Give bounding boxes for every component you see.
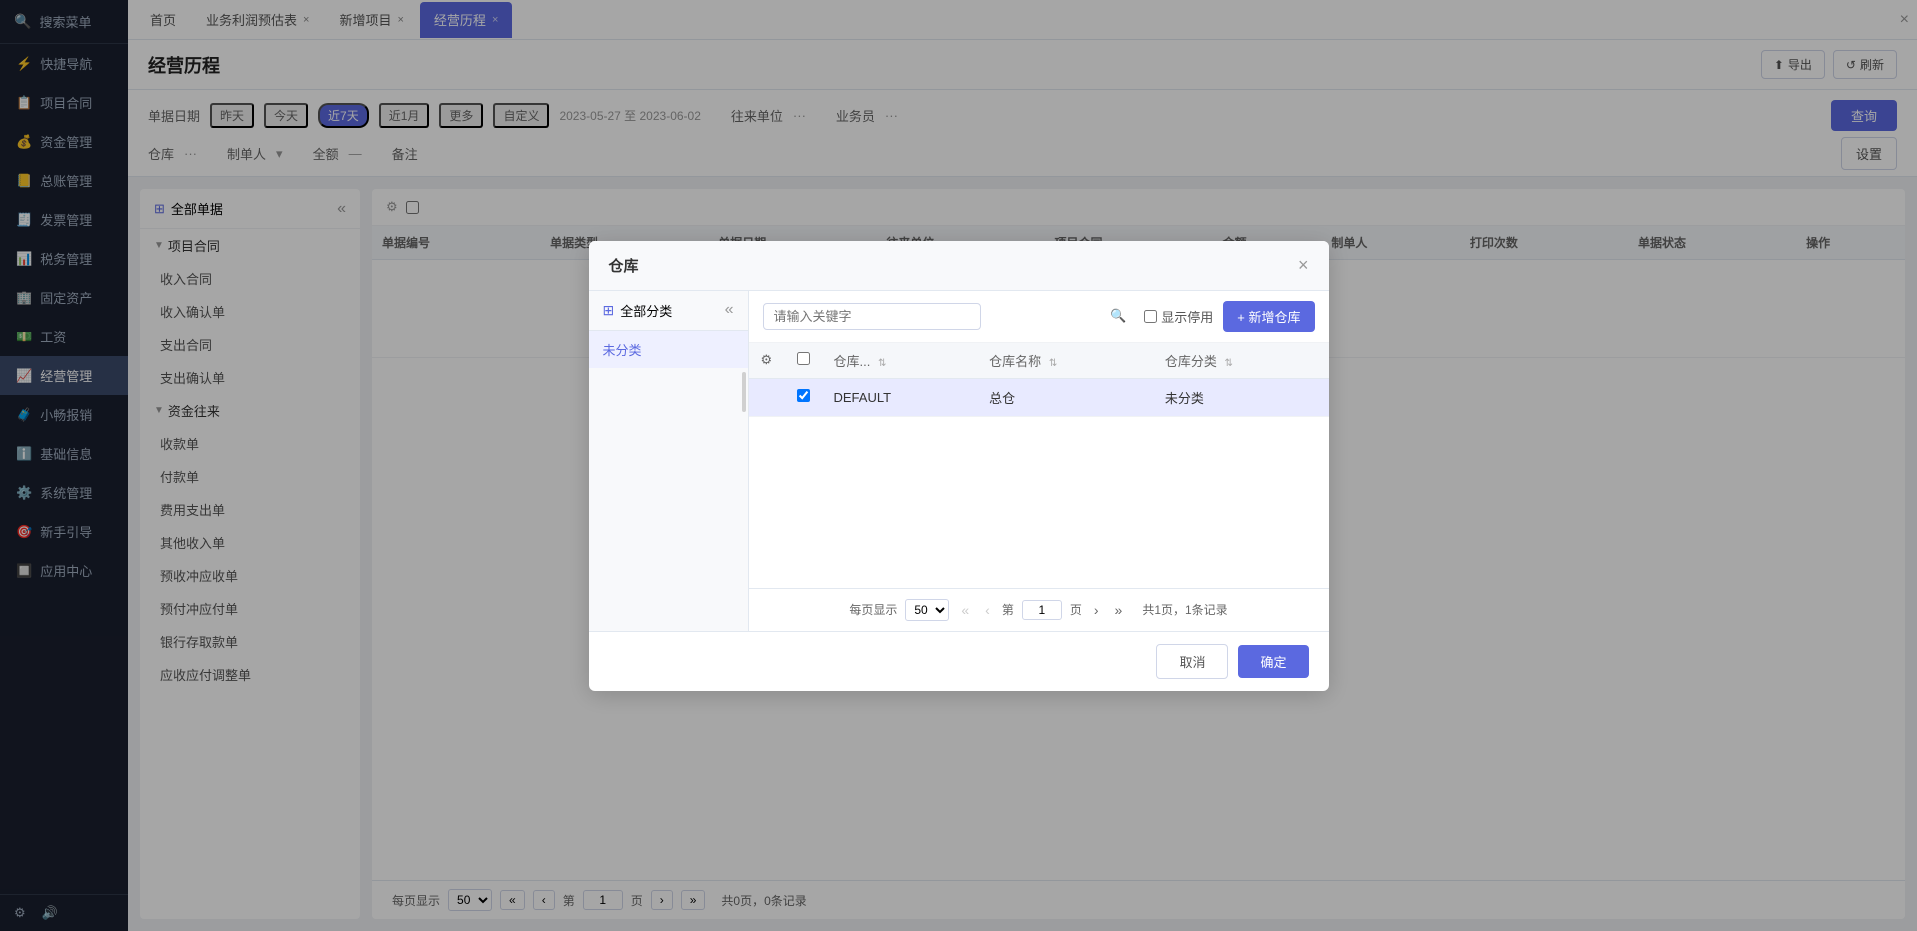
modal-th-code[interactable]: 仓库... ⇅: [822, 343, 978, 379]
modal-left-panel: ⊞ 全部分类 « 未分类: [589, 291, 749, 631]
modal-page-input[interactable]: [1022, 600, 1062, 620]
confirm-button[interactable]: 确定: [1238, 645, 1308, 678]
cancel-button[interactable]: 取消: [1156, 644, 1228, 679]
row-settings-cell: [749, 378, 785, 416]
modal-search-input[interactable]: [763, 303, 981, 330]
modal-th-name[interactable]: 仓库名称 ⇅: [977, 343, 1153, 379]
modal-toolbar: 🔍 显示停用 + 新增仓库: [749, 291, 1329, 343]
modal-left-header: ⊞ 全部分类 «: [589, 291, 748, 331]
row-checkbox-cell: [785, 378, 822, 416]
row-name-cell: 总仓: [977, 378, 1153, 416]
modal-th-checkbox: [785, 343, 822, 379]
modal-title: 仓库: [609, 255, 639, 276]
modal-header: 仓库 ×: [589, 241, 1329, 291]
modal-settings-icon[interactable]: ⚙: [761, 352, 773, 367]
modal-right-panel: 🔍 显示停用 + 新增仓库: [749, 291, 1329, 631]
sort-icon-category: ⇅: [1224, 358, 1232, 369]
modal-th-category[interactable]: 仓库分类 ⇅: [1153, 343, 1329, 379]
modal-left-collapse-icon[interactable]: «: [725, 301, 734, 319]
modal-table: ⚙ 仓库... ⇅ 仓库名称: [749, 343, 1329, 417]
add-warehouse-button[interactable]: + 新增仓库: [1223, 301, 1314, 332]
modal: 仓库 × ⊞ 全部分类 « 未分类: [589, 241, 1329, 691]
row-code-cell: DEFAULT: [822, 378, 978, 416]
show-disabled-label[interactable]: 显示停用: [1144, 307, 1213, 326]
table-row[interactable]: DEFAULT 总仓 未分类: [749, 378, 1329, 416]
grid-icon-modal: ⊞: [603, 302, 615, 319]
modal-pagination: 每页显示 50 « ‹ 第 页 › » 共1页，1条记录: [749, 588, 1329, 631]
row-checkbox[interactable]: [797, 389, 810, 402]
modal-select-all[interactable]: [797, 352, 810, 365]
modal-footer: 取消 确定: [589, 631, 1329, 691]
modal-overlay: 仓库 × ⊞ 全部分类 « 未分类: [0, 0, 1917, 931]
modal-per-page-label: 每页显示: [849, 601, 897, 618]
modal-body: ⊞ 全部分类 « 未分类 🔍: [589, 291, 1329, 631]
modal-last-btn[interactable]: »: [1111, 600, 1127, 620]
modal-prev-btn[interactable]: ‹: [981, 600, 994, 620]
modal-left-category-label: 全部分类: [620, 301, 672, 320]
modal-page-suffix: 页: [1070, 601, 1082, 618]
sort-icon-code: ⇅: [878, 358, 886, 369]
modal-th-settings: ⚙: [749, 343, 785, 379]
modal-page-label: 第: [1002, 601, 1014, 618]
modal-left-item-uncategorized[interactable]: 未分类: [589, 331, 748, 368]
modal-left-scrollbar[interactable]: [589, 368, 748, 568]
modal-search-wrap: 🔍: [763, 303, 1135, 330]
modal-table-wrap: ⚙ 仓库... ⇅ 仓库名称: [749, 343, 1329, 588]
show-disabled-checkbox[interactable]: [1144, 310, 1157, 323]
modal-search-icon[interactable]: 🔍: [1110, 308, 1126, 324]
modal-close-icon[interactable]: ×: [1298, 255, 1309, 276]
uncategorized-label: 未分类: [603, 340, 642, 359]
modal-next-btn[interactable]: ›: [1090, 600, 1103, 620]
modal-left-title: ⊞ 全部分类: [603, 301, 673, 320]
modal-per-page-select[interactable]: 50: [905, 599, 949, 621]
sort-icon-name: ⇅: [1049, 358, 1057, 369]
modal-total: 共1页，1条记录: [1142, 601, 1227, 618]
row-category-cell: 未分类: [1153, 378, 1329, 416]
modal-first-btn[interactable]: «: [957, 600, 973, 620]
